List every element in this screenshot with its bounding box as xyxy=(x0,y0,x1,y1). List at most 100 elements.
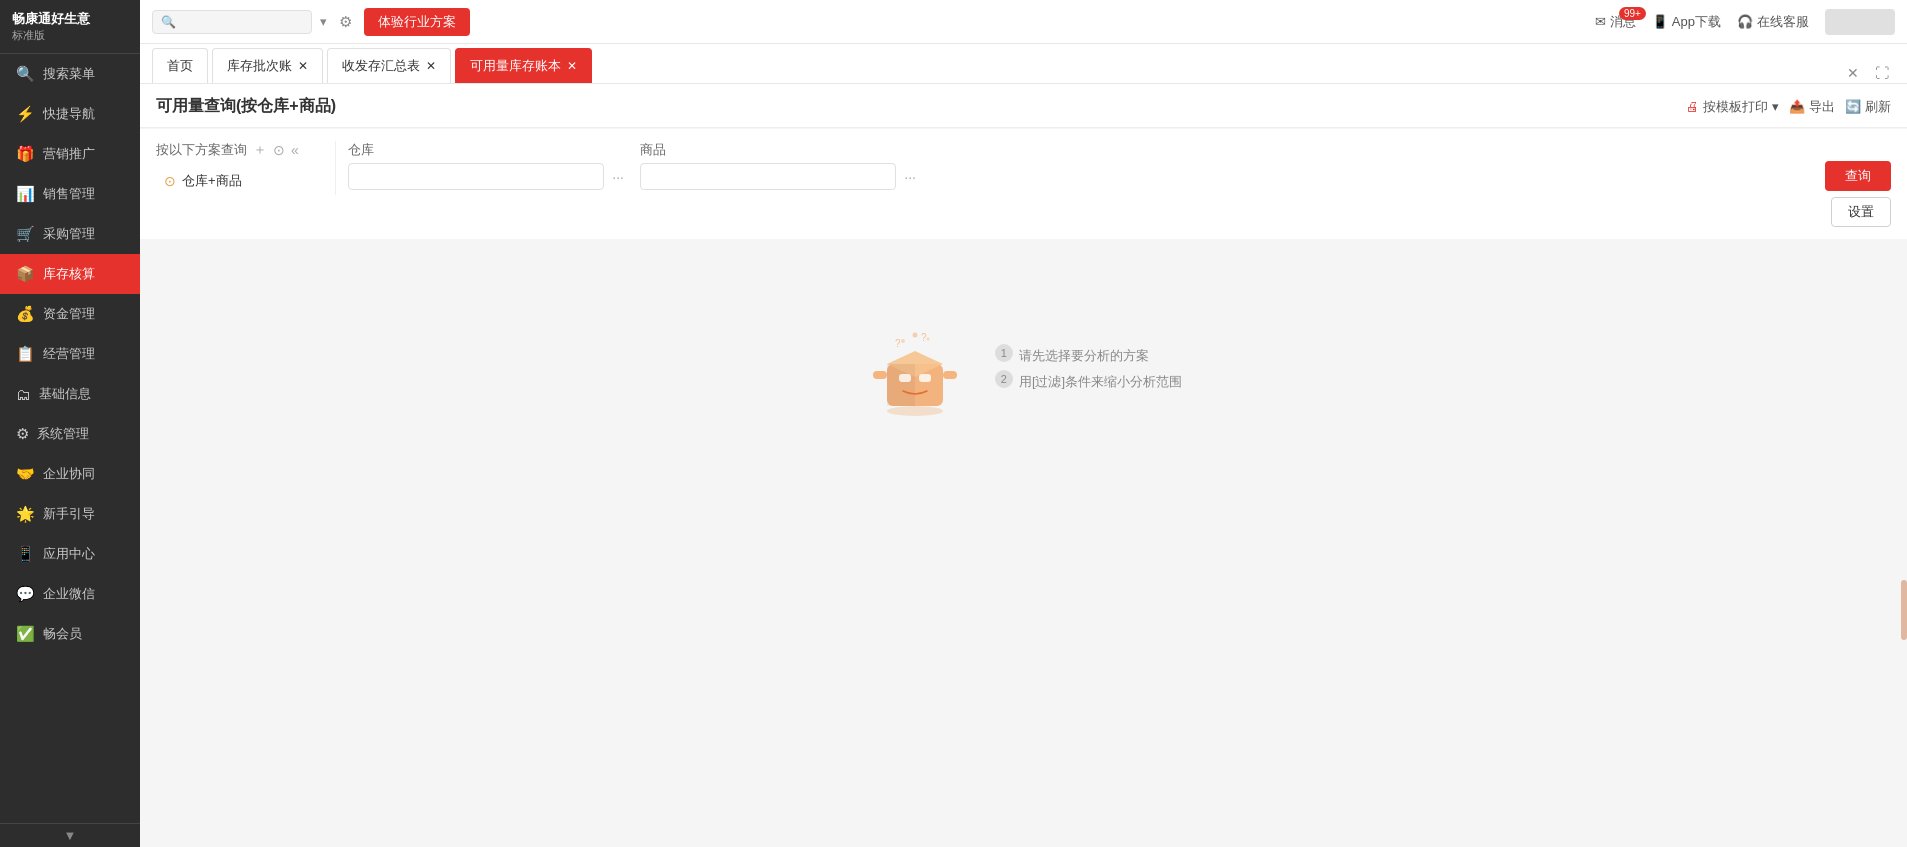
tab-close-batch[interactable]: ✕ xyxy=(298,60,308,72)
basic-icon: 🗂 xyxy=(16,386,31,403)
empty-content: ? ? 1 请先选择要分析的方案 2 用[过滤]条件来缩小分析范围 xyxy=(865,319,1182,419)
sidebar-item-label: 经营管理 xyxy=(43,345,95,363)
sidebar-item-member[interactable]: ✅畅会员 xyxy=(0,614,140,654)
topbar-dropdown-icon[interactable]: ▾ xyxy=(320,14,327,29)
sidebar-item-appstore[interactable]: 📱 应用中心 xyxy=(0,534,140,574)
export-label: 导出 xyxy=(1809,98,1835,116)
sidebar-item-newbie[interactable]: 🌟新手引导 xyxy=(0,494,140,534)
sidebar-logo: 畅康通好生意 标准版 xyxy=(0,0,140,54)
sidebar-item-marketing[interactable]: 🎁营销推广 xyxy=(0,134,140,174)
sidebar-item-label: 搜索菜单 xyxy=(43,65,95,83)
app-download-btn[interactable]: 📱 App下载 xyxy=(1652,13,1721,31)
topbar-search-box[interactable]: 🔍 xyxy=(152,10,312,34)
trial-btn[interactable]: 体验行业方案 xyxy=(364,8,470,36)
sidebar-item-search[interactable]: 🔍 搜索菜单 xyxy=(0,54,140,94)
mobile-icon: 📱 xyxy=(1652,14,1668,29)
service-icon: 🎧 xyxy=(1737,14,1753,29)
main-area: 🔍 ▾ ⚙ 体验行业方案 ✉ 消息 99+ 📱 App下载 🎧 在线客服 首页 库… xyxy=(140,0,1907,847)
online-service-btn[interactable]: 🎧 在线客服 xyxy=(1737,13,1809,31)
svg-point-0 xyxy=(887,406,943,416)
tab-label-summary: 收发存汇总表 xyxy=(342,57,420,75)
sidebar-item-label: 应用中心 xyxy=(43,545,95,563)
page-header: 可用量查询(按仓库+商品) 🖨 按模板打印 ▾ 📤 导出 🔄 刷新 xyxy=(140,84,1907,128)
gear-icon[interactable]: ⚙ xyxy=(339,13,352,31)
svg-text:?: ? xyxy=(921,332,927,343)
sidebar-item-system[interactable]: ⚙系统管理 xyxy=(0,414,140,454)
search-icon: 🔍 xyxy=(16,65,35,83)
product-more-btn[interactable]: ··· xyxy=(900,169,920,185)
purchase-icon: 🛒 xyxy=(16,225,35,243)
print-btn[interactable]: 🖨 按模板打印 ▾ xyxy=(1686,98,1779,116)
sidebar-item-label: 快捷导航 xyxy=(43,105,95,123)
tab-batch[interactable]: 库存批次账 ✕ xyxy=(212,48,323,83)
right-scrollbar-indicator[interactable] xyxy=(1901,580,1907,640)
export-icon: 📤 xyxy=(1789,99,1805,114)
print-dropdown-icon[interactable]: ▾ xyxy=(1772,99,1779,114)
page-content: 可用量查询(按仓库+商品) 🖨 按模板打印 ▾ 📤 导出 🔄 刷新 xyxy=(140,84,1907,847)
sidebar-item-finance[interactable]: 💰资金管理 xyxy=(0,294,140,334)
svg-text:?: ? xyxy=(895,338,901,349)
svg-rect-6 xyxy=(873,371,887,379)
warehouse-input[interactable] xyxy=(348,163,604,190)
message-icon: ✉ xyxy=(1595,14,1606,29)
product-field: 商品 ··· xyxy=(640,141,920,190)
refresh-icon: 🔄 xyxy=(1845,99,1861,114)
sidebar-item-sales[interactable]: 📊 销售管理 xyxy=(0,174,140,214)
collapse-scheme-icon[interactable]: « xyxy=(291,142,299,158)
topbar-right: ✉ 消息 99+ 📱 App下载 🎧 在线客服 xyxy=(1595,9,1895,35)
print-icon: 🖨 xyxy=(1686,99,1699,114)
sidebar-item-operations[interactable]: 📋经营管理 xyxy=(0,334,140,374)
maximize-tab-btn[interactable]: ⛶ xyxy=(1869,63,1895,83)
message-btn[interactable]: ✉ 消息 99+ xyxy=(1595,13,1636,31)
svg-rect-7 xyxy=(943,371,957,379)
sidebar-item-label: 基础信息 xyxy=(39,385,91,403)
svg-rect-3 xyxy=(887,364,915,406)
app-version: 标准版 xyxy=(12,28,128,43)
sidebar-item-purchase[interactable]: 🛒采购管理 xyxy=(0,214,140,254)
message-badge: 99+ xyxy=(1619,7,1646,20)
filter-scheme-panel: 按以下方案查询 ＋ ⊙ « ⊙ 仓库+商品 xyxy=(156,141,336,195)
sidebar-item-label: 销售管理 xyxy=(43,185,95,203)
export-btn[interactable]: 📤 导出 xyxy=(1789,98,1835,116)
app-name: 畅康通好生意 xyxy=(12,10,128,28)
warehouse-more-btn[interactable]: ··· xyxy=(608,169,628,185)
empty-tip-2: 2 用[过滤]条件来缩小分析范围 xyxy=(995,369,1182,395)
tab-available[interactable]: 可用量库存账本✕ xyxy=(455,48,592,83)
shortcut-icon: ⚡ xyxy=(16,105,35,123)
empty-tips: 1 请先选择要分析的方案 2 用[过滤]条件来缩小分析范围 xyxy=(995,343,1182,395)
sidebar-item-shortcut[interactable]: ⚡ 快捷导航 xyxy=(0,94,140,134)
appstore-icon: 📱 xyxy=(16,545,35,563)
sidebar-item-enterprise[interactable]: 🤝企业协同 xyxy=(0,454,140,494)
tab-label-home: 首页 xyxy=(167,57,193,75)
sidebar-scroll-down[interactable]: ▼ xyxy=(0,823,140,847)
tab-home[interactable]: 首页 xyxy=(152,48,208,83)
product-input[interactable] xyxy=(640,163,896,190)
sidebar-item-basic[interactable]: 🗂 基础信息 xyxy=(0,374,140,414)
tab-label-batch: 库存批次账 xyxy=(227,57,292,75)
close-tab-btn[interactable]: ✕ xyxy=(1841,63,1865,83)
sidebar-item-inventory[interactable]: 📦库存核算 xyxy=(0,254,140,294)
sidebar-item-wechat[interactable]: 💬企业微信 xyxy=(0,574,140,614)
tab-close-available[interactable]: ✕ xyxy=(567,60,577,72)
sidebar-item-label: 企业微信 xyxy=(43,585,95,603)
member-icon: ✅ xyxy=(16,625,35,643)
tip2-text: 用[过滤]条件来缩小分析范围 xyxy=(1019,369,1182,395)
settings-btn[interactable]: 设置 xyxy=(1831,197,1891,227)
sales-icon: 📊 xyxy=(16,185,35,203)
tabs-container: 首页库存批次账✕收发存汇总表✕可用量库存账本✕ xyxy=(152,48,594,83)
scheme-item-label: 仓库+商品 xyxy=(182,172,242,190)
tabs-actions-right: ✕ ⛶ xyxy=(1841,63,1895,83)
app-download-label: App下载 xyxy=(1672,13,1721,31)
tab-close-summary[interactable]: ✕ xyxy=(426,60,436,72)
query-btn[interactable]: 查询 xyxy=(1825,161,1891,191)
sidebar-item-label: 新手引导 xyxy=(43,505,95,523)
topbar: 🔍 ▾ ⚙ 体验行业方案 ✉ 消息 99+ 📱 App下载 🎧 在线客服 xyxy=(140,0,1907,44)
page-header-actions: 🖨 按模板打印 ▾ 📤 导出 🔄 刷新 xyxy=(1686,98,1891,116)
scheme-item-warehouse-product[interactable]: ⊙ 仓库+商品 xyxy=(156,167,323,195)
tab-summary[interactable]: 收发存汇总表 ✕ xyxy=(327,48,451,83)
tip1-num: 1 xyxy=(995,344,1013,362)
refresh-btn[interactable]: 🔄 刷新 xyxy=(1845,98,1891,116)
user-avatar[interactable] xyxy=(1825,9,1895,35)
add-scheme-btn[interactable]: ＋ xyxy=(253,141,267,159)
scheme-settings-icon[interactable]: ⊙ xyxy=(273,142,285,158)
